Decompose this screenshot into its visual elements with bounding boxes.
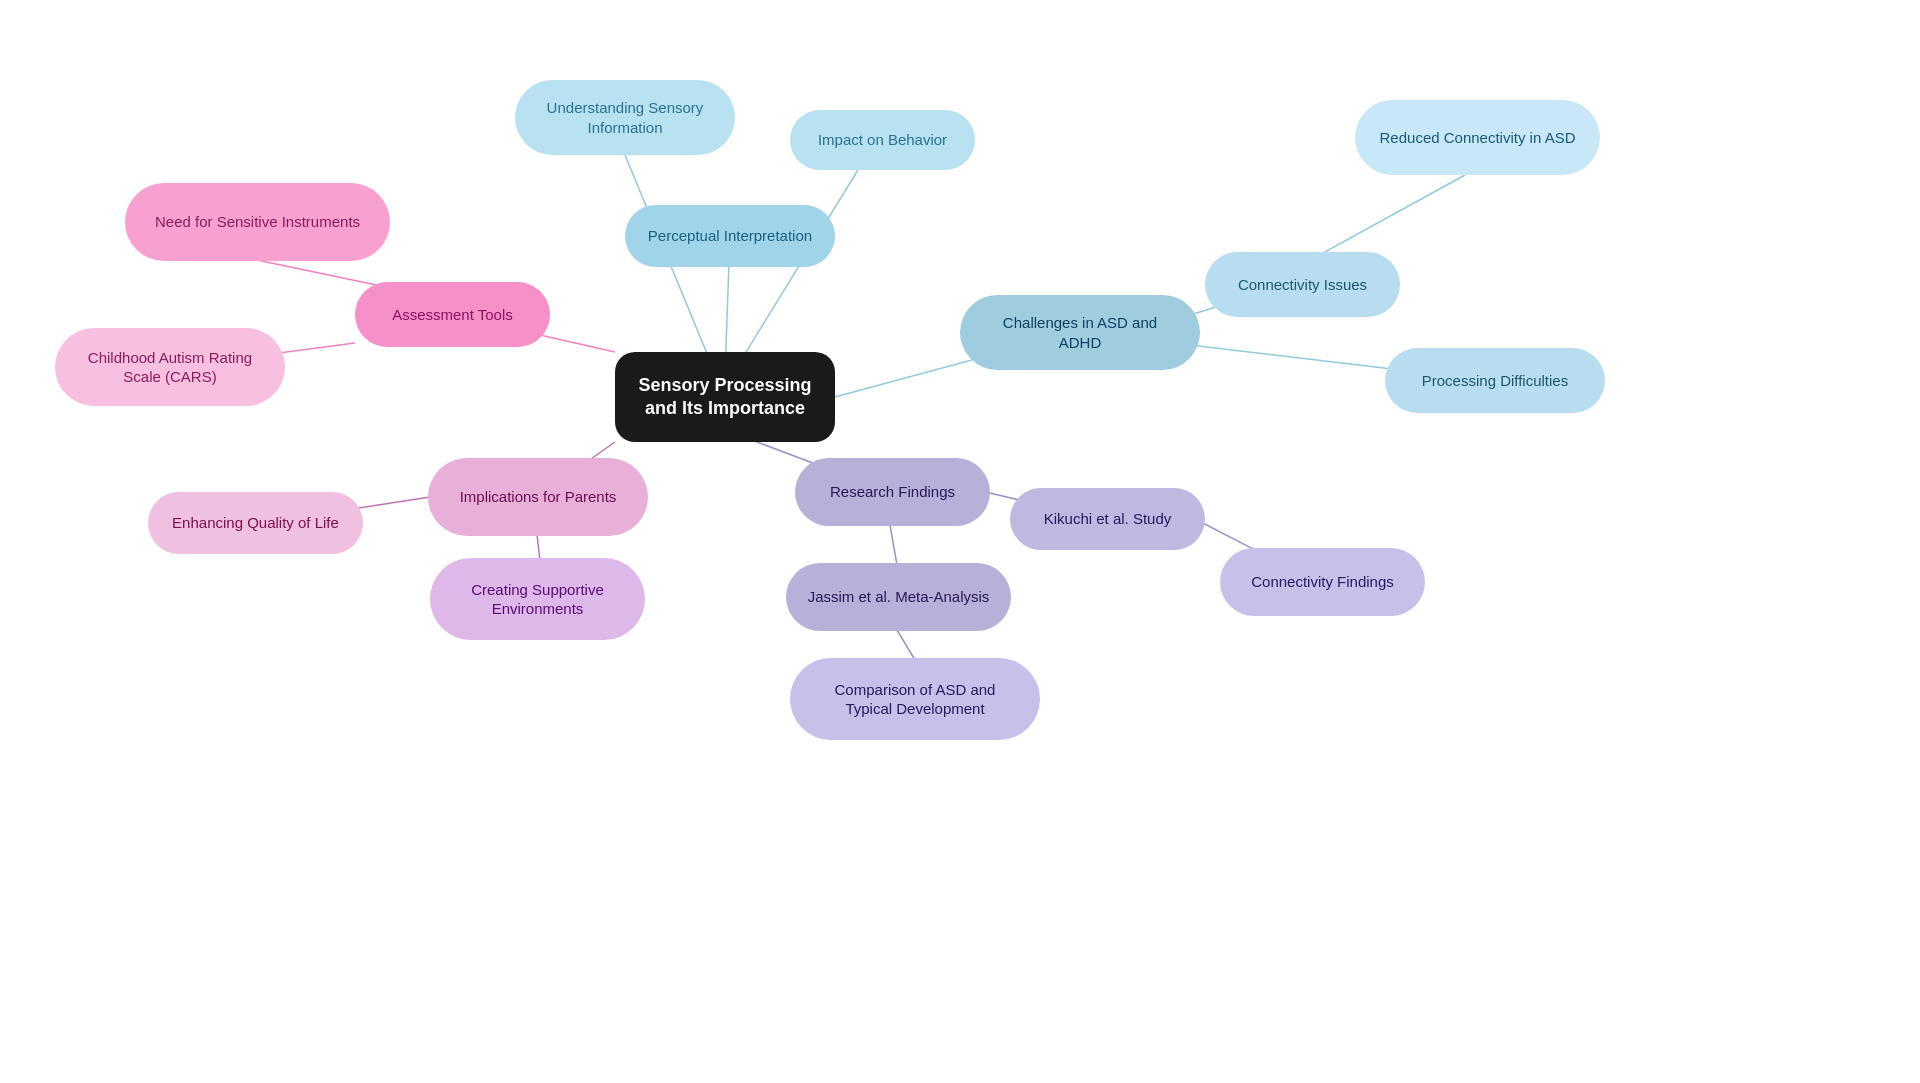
jassim-node: Jassim et al. Meta-Analysis [786,563,1011,631]
center-label: Sensory Processing and Its Importance [635,374,815,421]
understanding-sensory-node: Understanding Sensory Information [515,80,735,155]
svg-line-16 [890,525,897,565]
implications-parents-node: Implications for Parents [428,458,648,536]
svg-line-12 [537,535,540,560]
processing-difficulties-node: Processing Difficulties [1385,348,1605,413]
research-findings-node: Research Findings [795,458,990,526]
enhancing-quality-label: Enhancing Quality of Life [172,513,339,533]
kikuchi-node: Kikuchi et al. Study [1010,488,1205,550]
understanding-sensory-label: Understanding Sensory Information [535,98,715,137]
need-sensitive-label: Need for Sensitive Instruments [155,212,360,232]
impact-behavior-label: Impact on Behavior [818,130,947,150]
jassim-label: Jassim et al. Meta-Analysis [808,587,990,607]
reduced-connectivity-node: Reduced Connectivity in ASD [1355,100,1600,175]
challenges-asd-node: Challenges in ASD and ADHD [960,295,1200,370]
perceptual-node: Perceptual Interpretation [625,205,835,267]
connectivity-issues-node: Connectivity Issues [1205,252,1400,317]
creating-supportive-node: Creating Supportive Environments [430,558,645,640]
research-findings-label: Research Findings [830,482,955,502]
svg-line-17 [897,630,915,660]
comparison-asd-label: Comparison of ASD and Typical Developmen… [810,680,1020,719]
challenges-asd-label: Challenges in ASD and ADHD [980,313,1180,352]
need-sensitive-node: Need for Sensitive Instruments [125,183,390,261]
connectivity-findings-node: Connectivity Findings [1220,548,1425,616]
cars-label: Childhood Autism Rating Scale (CARS) [75,348,265,387]
impact-behavior-node: Impact on Behavior [790,110,975,170]
mind-map: Sensory Processing and Its Importance Un… [0,0,1920,1083]
connectivity-findings-label: Connectivity Findings [1251,572,1394,592]
assessment-tools-label: Assessment Tools [392,305,513,325]
center-node: Sensory Processing and Its Importance [615,352,835,442]
comparison-asd-node: Comparison of ASD and Typical Developmen… [790,658,1040,740]
assessment-tools-node: Assessment Tools [355,282,550,347]
reduced-connectivity-label: Reduced Connectivity in ASD [1380,128,1576,148]
cars-node: Childhood Autism Rating Scale (CARS) [55,328,285,406]
enhancing-quality-node: Enhancing Quality of Life [148,492,363,554]
implications-parents-label: Implications for Parents [460,487,617,507]
creating-supportive-label: Creating Supportive Environments [450,580,625,619]
perceptual-label: Perceptual Interpretation [648,226,812,246]
connectivity-issues-label: Connectivity Issues [1238,275,1367,295]
processing-difficulties-label: Processing Difficulties [1422,371,1568,391]
kikuchi-label: Kikuchi et al. Study [1044,509,1172,529]
